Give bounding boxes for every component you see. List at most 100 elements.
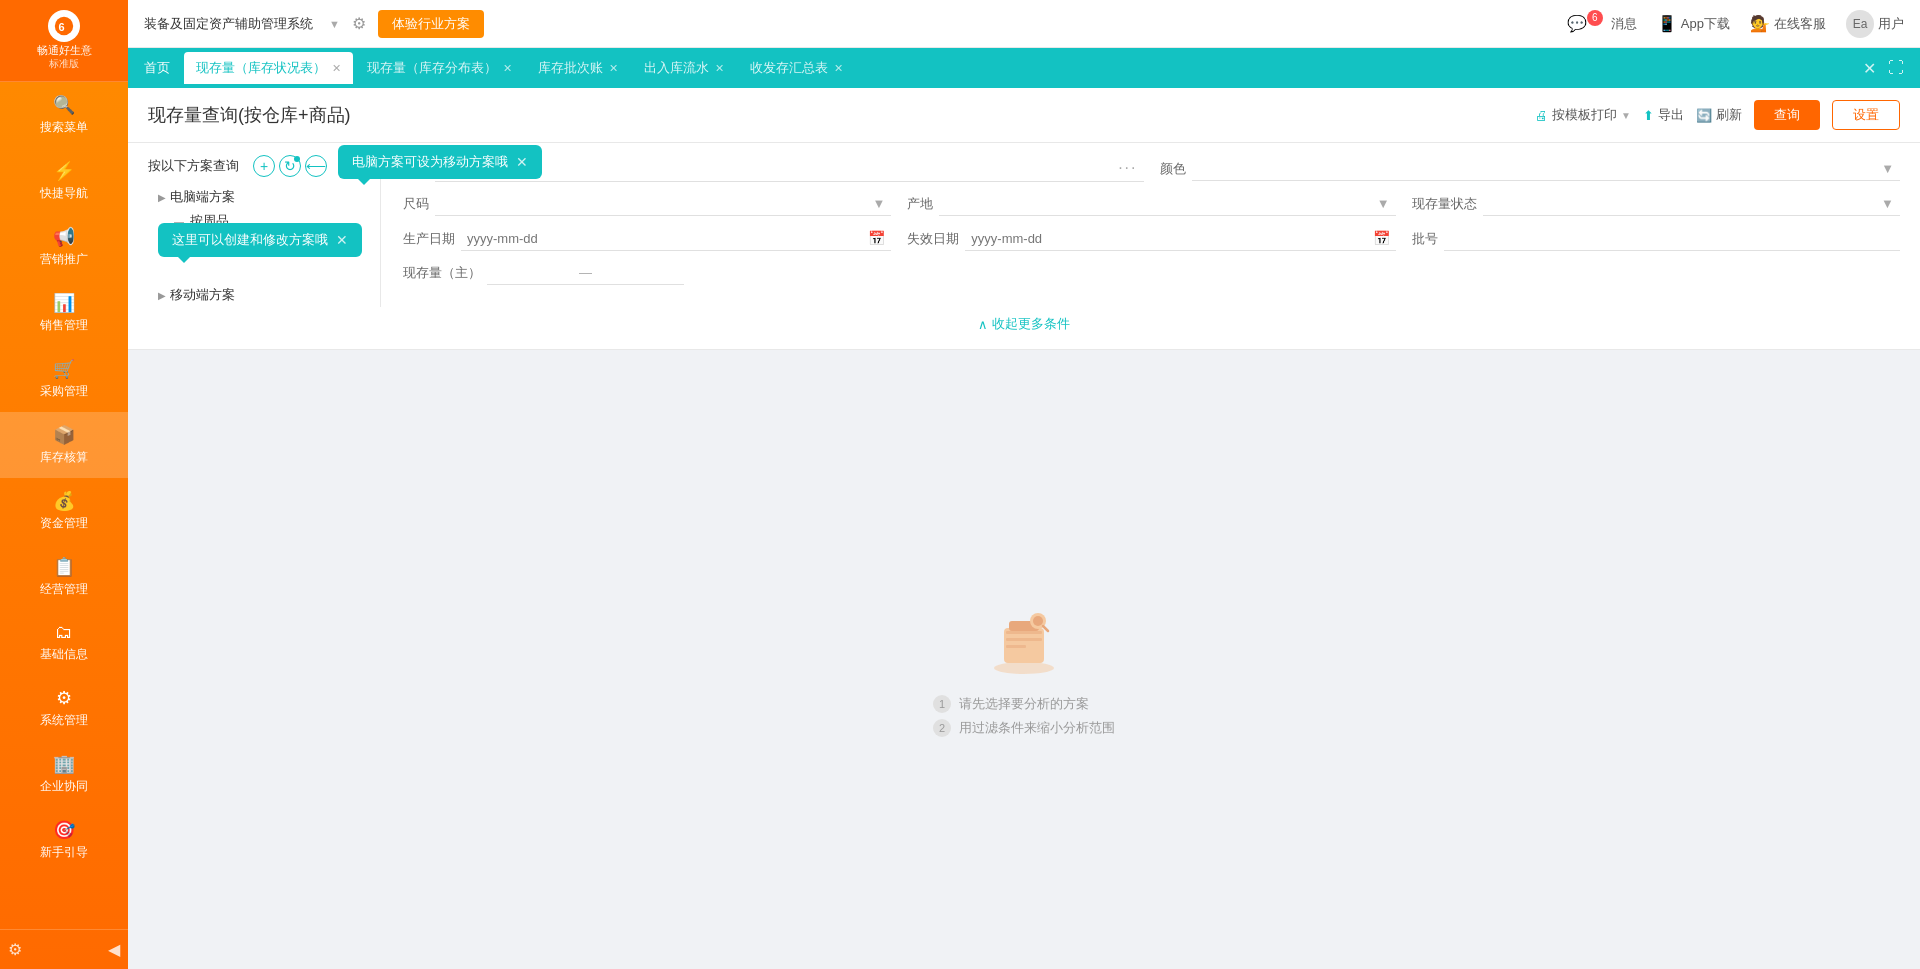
field-size: 尺码 ▼ [403, 192, 891, 216]
mobile-scheme-item[interactable]: ▶ 移动端方案 [158, 283, 368, 307]
expire-date-input[interactable]: 📅 [965, 226, 1395, 251]
field-produce-date: 生产日期 📅 [403, 226, 891, 251]
online-support-label: 在线客服 [1774, 15, 1826, 33]
size-select[interactable]: ▼ [435, 192, 891, 216]
color-arrow: ▼ [1881, 161, 1894, 176]
refresh-label: 刷新 [1716, 106, 1742, 124]
filter-actions: + ↻ ⟵ [253, 155, 327, 177]
query-button[interactable]: 查询 [1754, 100, 1820, 130]
tab-expand-icon[interactable]: ⛶ [1884, 57, 1908, 79]
solution-button[interactable]: 体验行业方案 [378, 10, 484, 38]
online-support-btn[interactable]: 💁 在线客服 [1750, 14, 1826, 33]
filter-label-row: 按以下方案查询 + ↻ ⟵ [148, 155, 368, 177]
sidebar-item-purchase[interactable]: 🛒 采购管理 [0, 346, 128, 412]
sidebar-item-base[interactable]: 🗂 基础信息 [0, 610, 128, 675]
export-btn[interactable]: ⬆ 导出 [1643, 106, 1684, 124]
sidebar-label-finance: 资金管理 [40, 515, 88, 532]
main-inventory-max[interactable] [598, 265, 678, 280]
tab-batch-account[interactable]: 库存批次账 ✕ [526, 52, 630, 84]
settings-icon[interactable]: ⚙ [352, 14, 366, 33]
range-separator: — [579, 265, 592, 280]
refresh-btn[interactable]: 🔄 刷新 [1696, 106, 1742, 124]
sidebar-label-marketing: 营销推广 [40, 251, 88, 268]
sidebar-settings-btn[interactable]: ⚙ [8, 940, 22, 959]
sidebar-item-operations[interactable]: 📋 经营管理 [0, 544, 128, 610]
tab-inventory-dist-close[interactable]: ✕ [503, 62, 512, 75]
produce-date-label: 生产日期 [403, 230, 455, 248]
tab-inventory-status-close[interactable]: ✕ [332, 62, 341, 75]
collapse-label: 收起更多条件 [992, 315, 1070, 333]
tab-home[interactable]: 首页 [132, 52, 182, 84]
tab-batch-account-close[interactable]: ✕ [609, 62, 618, 75]
settings-button[interactable]: 设置 [1832, 100, 1900, 130]
tooltip-edit-text: 这里可以创建和修改方案哦 [172, 231, 328, 249]
print-template-btn[interactable]: 🖨 按模板打印 ▼ [1535, 106, 1631, 124]
top-header: 装备及固定资产辅助管理系统 ▼ ⚙ 体验行业方案 💬 6 消息 📱 App下载 … [128, 0, 1920, 48]
sidebar-item-finance[interactable]: 💰 资金管理 [0, 478, 128, 544]
page-actions: 🖨 按模板打印 ▼ ⬆ 导出 🔄 刷新 查询 设置 [1535, 100, 1900, 130]
expire-date-field[interactable] [971, 231, 1372, 246]
sidebar-label-sales: 销售管理 [40, 317, 88, 334]
sidebar-item-search[interactable]: 🔍 搜索菜单 [0, 82, 128, 148]
tooltip-pc-close[interactable]: ✕ [516, 154, 528, 170]
sidebar-item-quick[interactable]: ⚡ 快捷导航 [0, 148, 128, 214]
tab-inventory-dist[interactable]: 现存量（库存分布表） ✕ [355, 52, 524, 84]
operations-icon: 📋 [53, 556, 75, 578]
sidebar-item-inventory[interactable]: 📦 库存核算 [0, 412, 128, 478]
finance-icon: 💰 [53, 490, 75, 512]
tab-receive-summary-close[interactable]: ✕ [834, 62, 843, 75]
sidebar-item-marketing[interactable]: 📢 营销推广 [0, 214, 128, 280]
pc-scheme-item[interactable]: ▶ 电脑端方案 [158, 185, 368, 209]
main-inventory-min[interactable] [493, 265, 573, 280]
origin-select[interactable]: ▼ [939, 192, 1395, 216]
svg-rect-5 [1006, 631, 1042, 634]
color-select[interactable]: ▼ [1192, 157, 1901, 181]
svg-point-9 [1033, 616, 1043, 626]
message-badge: 6 [1587, 10, 1603, 26]
add-scheme-btn[interactable]: + [253, 155, 275, 177]
tooltip-pc-scheme: 电脑方案可设为移动方案哦 ✕ [338, 145, 542, 179]
sidebar-item-guide[interactable]: 🎯 新手引导 [0, 807, 128, 873]
hint-2-num: 2 [933, 719, 951, 737]
hint-1-num: 1 [933, 695, 951, 713]
inventory-status-select[interactable]: ▼ [1483, 192, 1900, 216]
scheme-tree: ▶ 电脑端方案 — 按周品 这里可以创建和修改方案哦 ✕ [148, 185, 368, 307]
back-btn[interactable]: ⟵ [305, 155, 327, 177]
empty-state: 1 请先选择要分析的方案 2 用过滤条件来缩小分析范围 [128, 350, 1920, 969]
message-icon: 💬 [1567, 14, 1587, 33]
print-label: 按模板打印 [1552, 106, 1617, 124]
tab-inout-flow-label: 出入库流水 [644, 59, 709, 77]
base-icon: 🗂 [55, 622, 73, 643]
refresh-scheme-btn[interactable]: ↻ [279, 155, 301, 177]
app-download-btn[interactable]: 📱 App下载 [1657, 14, 1730, 33]
tooltip-edit-scheme: 这里可以创建和修改方案哦 ✕ [158, 223, 362, 257]
refresh-icon: 🔄 [1696, 108, 1712, 123]
produce-date-input[interactable]: 📅 [461, 226, 891, 251]
size-label: 尺码 [403, 195, 429, 213]
tab-inout-flow-close[interactable]: ✕ [715, 62, 724, 75]
tab-inventory-status[interactable]: 现存量（库存状况表） ✕ [184, 52, 353, 84]
empty-hint-2: 2 用过滤条件来缩小分析范围 [933, 719, 1115, 737]
sales-icon: 📊 [53, 292, 75, 314]
batch-input-wrap[interactable] [1444, 227, 1900, 251]
tab-close-all-icon[interactable]: ✕ [1859, 57, 1880, 80]
sidebar-collapse-btn[interactable]: ◀ [108, 940, 120, 959]
expire-date-calendar-icon[interactable]: 📅 [1373, 230, 1390, 246]
enterprise-icon: 🏢 [53, 753, 75, 775]
field-origin: 产地 ▼ [907, 192, 1395, 216]
tab-receive-summary[interactable]: 收发存汇总表 ✕ [738, 52, 855, 84]
size-arrow: ▼ [872, 196, 885, 211]
sidebar-item-enterprise[interactable]: 🏢 企业协同 [0, 741, 128, 807]
batch-field[interactable] [1450, 231, 1894, 246]
message-btn[interactable]: 💬 6 消息 [1567, 14, 1637, 33]
user-profile-btn[interactable]: Ea 用户 [1846, 10, 1904, 38]
collapse-bar[interactable]: ∧ 收起更多条件 [148, 307, 1900, 337]
produce-date-calendar-icon[interactable]: 📅 [868, 230, 885, 246]
tooltip-edit-close[interactable]: ✕ [336, 232, 348, 248]
sidebar-item-system[interactable]: ⚙ 系统管理 [0, 675, 128, 741]
sidebar-item-sales[interactable]: 📊 销售管理 [0, 280, 128, 346]
empty-illustration [974, 583, 1074, 683]
sidebar: 6 畅通好生意 标准版 🔍 搜索菜单 ⚡ 快捷导航 📢 营销推广 📊 销售管理 … [0, 0, 128, 969]
tab-inout-flow[interactable]: 出入库流水 ✕ [632, 52, 736, 84]
produce-date-field[interactable] [467, 231, 868, 246]
